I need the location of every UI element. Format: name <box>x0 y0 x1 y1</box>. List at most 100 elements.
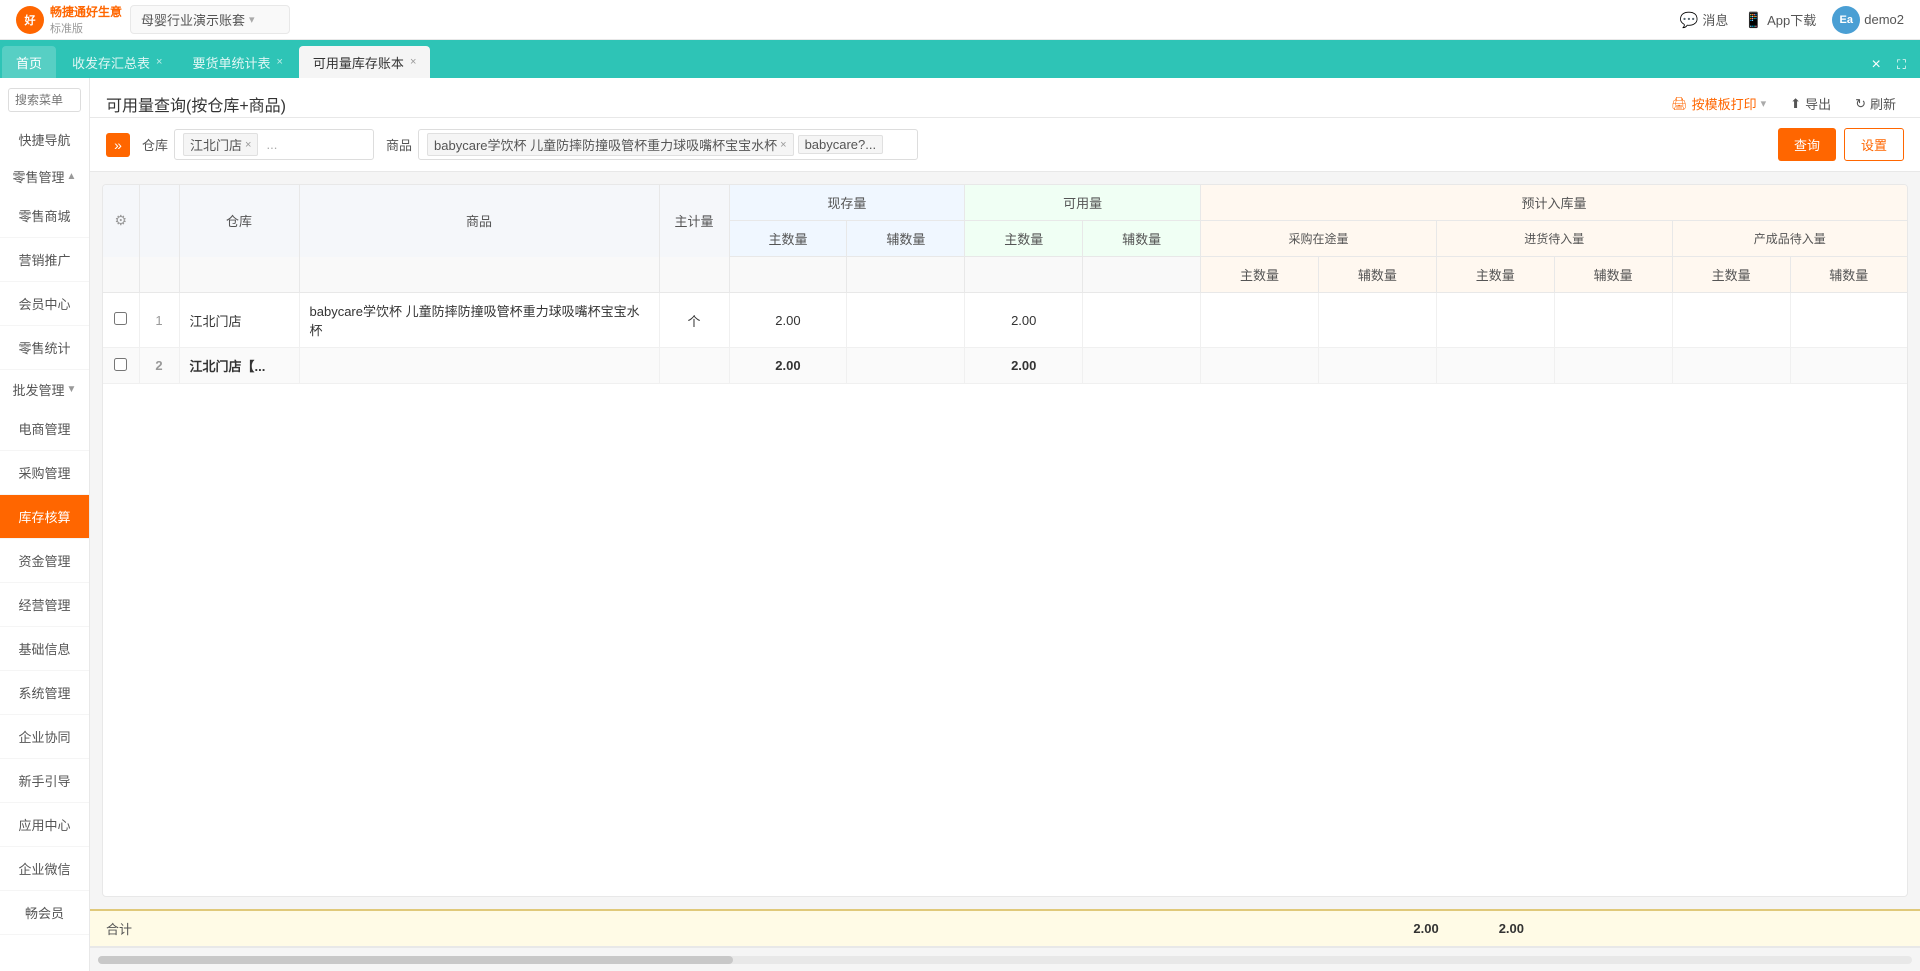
data-table: ⚙ 仓库 商品 主计量 现存量 可用量 预计入库量 主数量 辅数量 主数量 <box>103 185 1907 384</box>
sidebar-item-operations-mgmt[interactable]: 经营管理 <box>0 583 89 627</box>
th-detail-empty1 <box>103 257 139 293</box>
sidebar-item-retail-mall[interactable]: 零售商城 <box>0 194 89 238</box>
sidebar-item-operations-mgmt-label: 经营管理 <box>18 598 70 613</box>
product-tag-1-close[interactable]: × <box>780 139 786 151</box>
tab-receive-send[interactable]: 收发存汇总表 × <box>58 46 176 78</box>
warehouse-tag-1-close[interactable]: × <box>245 139 251 151</box>
sidebar-item-new-guide-label: 新手引导 <box>18 774 70 789</box>
chevron-up-icon: ▲ <box>67 171 77 182</box>
warehouse-tag-input[interactable]: 江北门店 × ... <box>174 129 374 160</box>
scroll-thumb[interactable] <box>98 956 733 964</box>
sidebar-item-purchase-mgmt[interactable]: 采购管理 <box>0 451 89 495</box>
tab-receive-send-close[interactable]: × <box>156 56 162 68</box>
sidebar-item-ecommerce-mgmt[interactable]: 电商管理 <box>0 407 89 451</box>
industry-select[interactable]: 母婴行业演示账套 ▾ <box>130 5 290 34</box>
table-row: 1 江北门店 babycare学饮杯 儿童防摔防撞吸管杯重力球吸嘴杯宝宝水杯 个… <box>103 293 1907 348</box>
sidebar-item-marketing[interactable]: 营销推广 <box>0 238 89 282</box>
th-gear[interactable]: ⚙ <box>103 185 139 257</box>
table-body: 1 江北门店 babycare学饮杯 儿童防摔防撞吸管杯重力球吸嘴杯宝宝水杯 个… <box>103 293 1907 384</box>
tab-close-all-btn[interactable]: × <box>1868 52 1885 78</box>
product-tag-input[interactable]: babycare学饮杯 儿童防摔防撞吸管杯重力球吸嘴杯宝宝水杯 × babyca… <box>418 129 918 160</box>
sidebar-item-enterprise-collab[interactable]: 企业协同 <box>0 715 89 759</box>
sidebar-item-system-mgmt-label: 系统管理 <box>18 686 70 701</box>
td-stock-aux-1 <box>847 293 965 348</box>
th-purchase-transit-group: 采购在途量 <box>1201 221 1437 257</box>
sidebar-item-member-center[interactable]: 会员中心 <box>0 282 89 326</box>
th-incoming-pending-group: 进货待入量 <box>1436 221 1672 257</box>
message-btn[interactable]: 💬 消息 <box>1680 10 1729 29</box>
warehouse-filter: 仓库 江北门店 × ... <box>142 129 374 160</box>
row-checkbox-2[interactable] <box>114 358 127 371</box>
sidebar-item-wholesale-mgmt[interactable]: 批发管理 ▼ <box>0 370 89 407</box>
th-available-aux: 辅数量 <box>1083 221 1201 257</box>
horizontal-scrollbar[interactable] <box>90 947 1920 971</box>
settings-btn[interactable]: 设置 <box>1844 128 1904 161</box>
export-btn[interactable]: ⬆ 导出 <box>1782 90 1839 117</box>
sidebar-item-retail-mall-label: 零售商城 <box>18 209 70 224</box>
tab-requisition[interactable]: 要货单统计表 × <box>178 46 296 78</box>
td-purchase-transit-main-1 <box>1201 293 1319 348</box>
sidebar-item-enterprise-wechat[interactable]: 企业微信 <box>0 847 89 891</box>
warehouse-tag-1[interactable]: 江北门店 × <box>183 133 258 156</box>
top-bar-left: 好 畅捷通好生意 标准版 母婴行业演示账套 ▾ <box>16 3 290 36</box>
username-label: demo2 <box>1864 12 1904 27</box>
query-btn[interactable]: 查询 <box>1778 128 1836 161</box>
td-no-1: 1 <box>139 293 179 348</box>
sidebar-item-stock-check[interactable]: 库存核算 <box>0 495 89 539</box>
th-stock-main: 主数量 <box>729 221 847 257</box>
product-filter: 商品 babycare学饮杯 儿童防摔防撞吸管杯重力球吸嘴杯宝宝水杯 × bab… <box>386 129 918 160</box>
td-product-2 <box>299 348 659 384</box>
nav-tabs: 首页 收发存汇总表 × 要货单统计表 × 可用量库存账本 × × ⛶ <box>0 40 1920 78</box>
tab-fullscreen-btn[interactable]: ⛶ <box>1893 53 1910 77</box>
row-checkbox-1[interactable] <box>114 312 127 325</box>
app-download-btn[interactable]: 📱 App下载 <box>1744 10 1816 29</box>
logo-area: 好 畅捷通好生意 标准版 <box>16 3 122 36</box>
filter-expand-btn[interactable]: » <box>106 133 130 157</box>
filter-bar: » 仓库 江北门店 × ... 商品 babycare学饮杯 儿童防摔防撞吸管杯… <box>90 118 1920 172</box>
td-checkbox-1[interactable] <box>103 293 139 348</box>
sidebar-item-marketing-label: 营销推广 <box>18 253 70 268</box>
sidebar-item-quick-nav[interactable]: 快捷导航 <box>0 122 89 157</box>
sidebar-item-app-center[interactable]: 应用中心 <box>0 803 89 847</box>
refresh-btn[interactable]: ↻ 刷新 <box>1847 90 1904 117</box>
tab-available-stock[interactable]: 可用量库存账本 × <box>299 46 430 78</box>
td-purchase-transit-main-2 <box>1201 348 1319 384</box>
td-available-aux-1 <box>1083 293 1201 348</box>
td-incoming-pending-main-2 <box>1436 348 1554 384</box>
footer-label: 合计 <box>106 919 186 938</box>
top-bar-right: 💬 消息 📱 App下载 Ea demo2 <box>1680 6 1904 34</box>
th-detail-empty3 <box>179 257 299 293</box>
tab-requisition-close[interactable]: × <box>276 56 282 68</box>
gear-icon[interactable]: ⚙ <box>114 212 127 228</box>
sidebar-item-retail-stats-label: 零售统计 <box>18 341 70 356</box>
td-stock-main-1: 2.00 <box>729 293 847 348</box>
tab-home[interactable]: 首页 <box>2 46 56 78</box>
sidebar-item-vip-member[interactable]: 畅会员 <box>0 891 89 935</box>
th-incoming-pending-aux: 辅数量 <box>1554 257 1672 293</box>
user-profile-btn[interactable]: Ea demo2 <box>1832 6 1904 34</box>
th-warehouse: 仓库 <box>179 185 299 257</box>
search-input[interactable] <box>8 88 81 112</box>
sidebar-item-retail-mgmt[interactable]: 零售管理 ▲ <box>0 157 89 194</box>
product-tag-1[interactable]: babycare学饮杯 儿童防摔防撞吸管杯重力球吸嘴杯宝宝水杯 × <box>427 133 794 156</box>
nav-tabs-right: × ⛶ <box>1868 52 1920 78</box>
sidebar-item-app-center-label: 应用中心 <box>18 818 70 833</box>
th-detail-empty7 <box>847 257 965 293</box>
th-detail-empty2 <box>139 257 179 293</box>
td-purchase-transit-aux-1 <box>1318 293 1436 348</box>
tab-available-stock-close[interactable]: × <box>410 56 416 68</box>
th-production-pending-aux: 辅数量 <box>1790 257 1907 293</box>
message-icon: 💬 <box>1680 11 1699 29</box>
sidebar-item-new-guide[interactable]: 新手引导 <box>0 759 89 803</box>
template-print-btn[interactable]: 🖨 按模板打印 ▾ <box>1663 90 1774 117</box>
sidebar-item-member-center-label: 会员中心 <box>18 297 70 312</box>
sidebar-item-system-mgmt[interactable]: 系统管理 <box>0 671 89 715</box>
product-tag-2[interactable]: babycare?... <box>798 135 884 154</box>
td-checkbox-2[interactable] <box>103 348 139 384</box>
table-container[interactable]: ⚙ 仓库 商品 主计量 现存量 可用量 预计入库量 主数量 辅数量 主数量 <box>102 184 1908 897</box>
sidebar-item-retail-stats[interactable]: 零售统计 <box>0 326 89 370</box>
th-detail-empty8 <box>965 257 1083 293</box>
sidebar-item-finance-mgmt[interactable]: 资金管理 <box>0 539 89 583</box>
sidebar-item-basic-info[interactable]: 基础信息 <box>0 627 89 671</box>
refresh-label: 刷新 <box>1870 94 1896 113</box>
